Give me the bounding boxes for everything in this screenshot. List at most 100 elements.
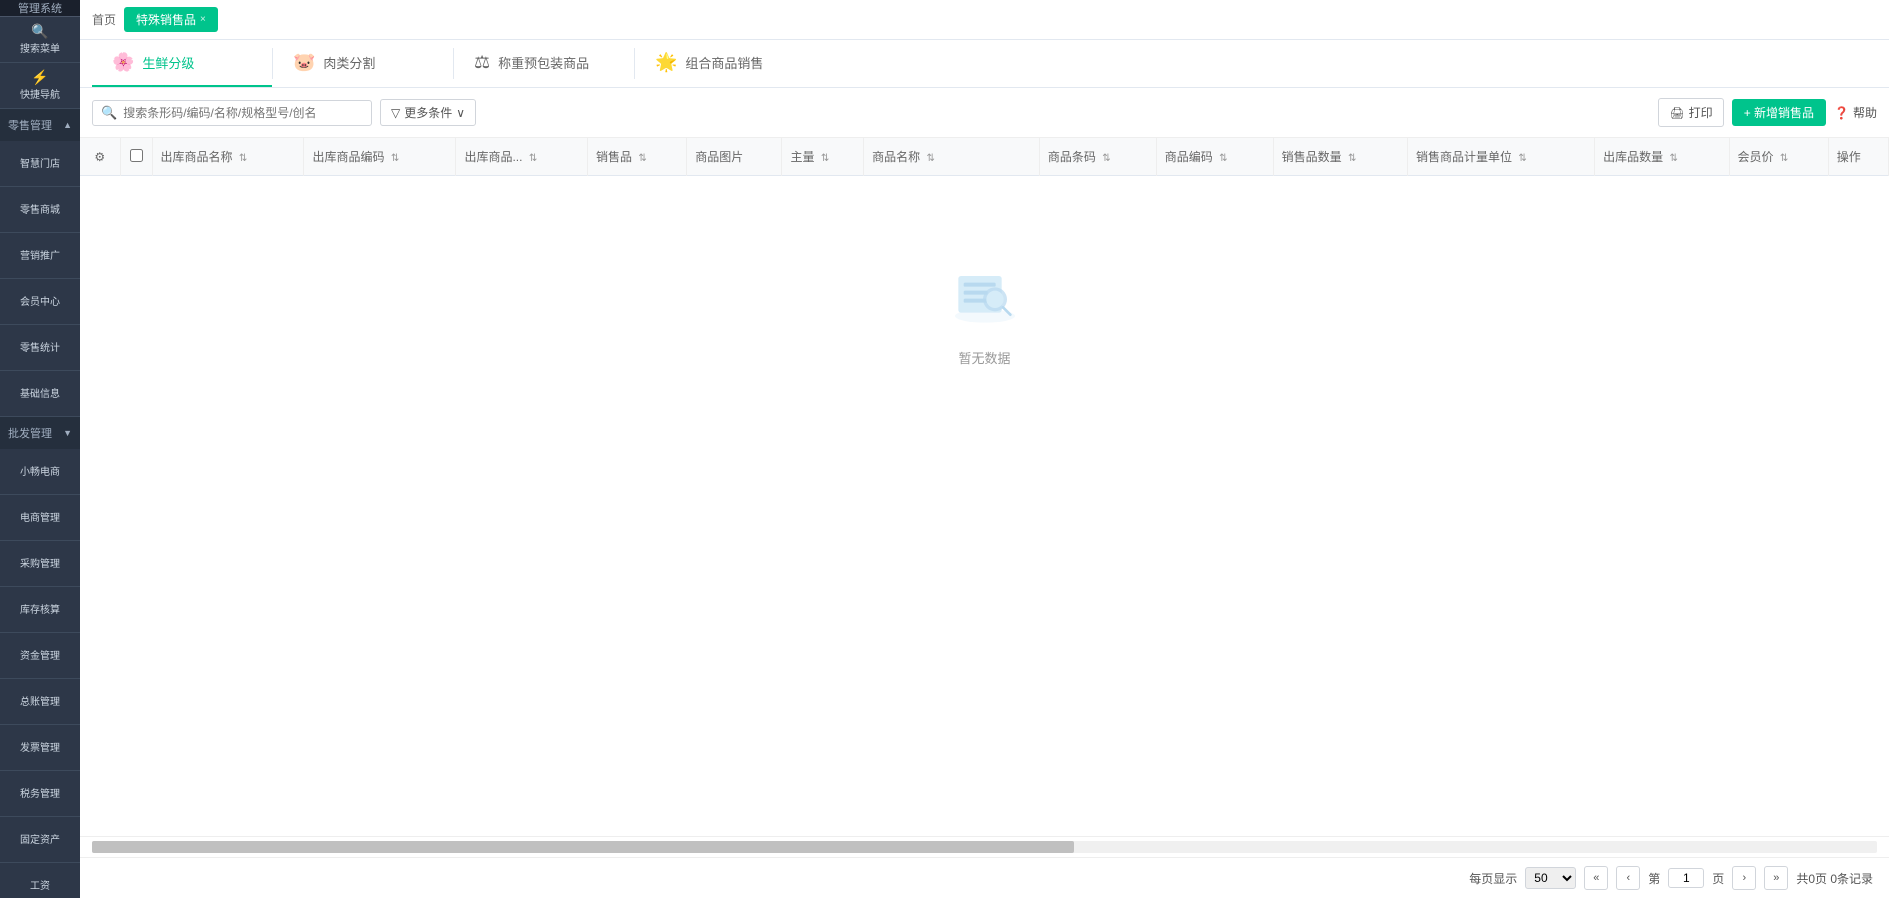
active-tab[interactable]: 特殊销售品 × [124, 7, 218, 32]
content-wrapper: 🌸 生鲜分级 🐷 肉类分割 ⚖ 称重预包装商品 🌟 组合商品销售 [80, 40, 1889, 898]
search-input[interactable] [123, 106, 363, 120]
meat-division-icon: 🐷 [293, 52, 315, 73]
sidebar-item-member-center[interactable]: 会员中心 [0, 279, 80, 325]
scrollbar-thumb [92, 841, 1074, 853]
sidebar-item-sales-promo[interactable]: 营销推广 [0, 233, 80, 279]
home-breadcrumb[interactable]: 首页 [92, 11, 116, 28]
last-page-button[interactable]: » [1764, 866, 1788, 890]
sidebar-item-mini-ecommerce[interactable]: 小畅电商 [0, 449, 80, 495]
add-product-button[interactable]: + 新增销售品 [1732, 99, 1826, 126]
page-unit-label: 页 [1712, 870, 1724, 887]
sidebar-item-salary[interactable]: 工资 [0, 863, 80, 898]
col-member-price[interactable]: 会员价 ⇅ [1729, 138, 1828, 176]
col-main-weight[interactable]: 主量 ⇅ [782, 138, 864, 176]
toolbar: 🔍 ▽ 更多条件 ∨ 🖨 打印 + 新增销售品 ❓ [80, 88, 1889, 138]
tab-close-icon[interactable]: × [200, 14, 206, 25]
sidebar-item-sales-promo-label: 营销推广 [20, 250, 60, 264]
weighed-prepack-icon: ⚖ [474, 52, 490, 73]
sidebar-item-fixed-assets-label: 固定资产 [20, 834, 60, 848]
filter-button[interactable]: ▽ 更多条件 ∨ [380, 99, 476, 126]
wholesale-mgmt-arrow: ▼ [63, 428, 72, 438]
col-sales-unit[interactable]: 销售商品计量单位 ⇅ [1407, 138, 1594, 176]
sidebar-item-retail-stats-label: 零售统计 [20, 342, 60, 356]
help-button[interactable]: ❓ 帮助 [1834, 104, 1877, 121]
empty-text: 暂无数据 [958, 348, 1010, 367]
sidebar-item-quick-nav[interactable]: ⚡ 快捷导航 [0, 63, 80, 109]
tab-fresh-grade[interactable]: 🌸 生鲜分级 [92, 40, 272, 87]
prev-page-button[interactable]: ‹ [1616, 866, 1640, 890]
sidebar-item-retail-stats[interactable]: 零售统计 [0, 325, 80, 371]
product-table: ⚙ 出库商品名称 ⇅ 出库商品编码 ⇅ 出库商品 [80, 138, 1889, 176]
horizontal-scrollbar[interactable] [92, 841, 1877, 853]
sidebar-item-basic-info-label: 基础信息 [20, 388, 60, 402]
col-checkbox[interactable] [120, 138, 152, 176]
sort-icon-member-price: ⇅ [1780, 153, 1788, 164]
sort-icon-product-name: ⇅ [926, 153, 934, 164]
sidebar-item-ledger-mgmt[interactable]: 总账管理 [0, 679, 80, 725]
tab-weighed-prepack[interactable]: ⚖ 称重预包装商品 [454, 40, 634, 87]
sidebar-item-search[interactable]: 🔍 搜索菜单 [0, 17, 80, 63]
sidebar-item-invoice-mgmt[interactable]: 发票管理 [0, 725, 80, 771]
sidebar-item-ecommerce-mgmt[interactable]: 电商管理 [0, 495, 80, 541]
search-icon: 🔍 [101, 105, 117, 121]
tab-combo-sales[interactable]: 🌟 组合商品销售 [635, 40, 815, 87]
add-button-label: + 新增销售品 [1744, 104, 1814, 121]
col-sales-qty[interactable]: 销售品数量 ⇅ [1273, 138, 1407, 176]
col-out-product-code[interactable]: 出库商品编码 ⇅ [304, 138, 456, 176]
col-product-image: 商品图片 [687, 138, 782, 176]
next-page-button[interactable]: › [1732, 866, 1756, 890]
sidebar-item-wholesale-mgmt[interactable]: 批发管理 ▼ [0, 417, 80, 449]
sidebar: 管理系统 🔍 搜索菜单 ⚡ 快捷导航 零售管理 ▲ 智慧门店 零售商城 营销推广… [0, 0, 80, 898]
search-box[interactable]: 🔍 [92, 100, 372, 126]
sort-icon-sales-unit: ⇅ [1518, 153, 1526, 164]
help-label: 帮助 [1853, 104, 1877, 121]
sidebar-item-invoice-mgmt-label: 发票管理 [20, 742, 60, 756]
col-product-code[interactable]: 商品编码 ⇅ [1156, 138, 1273, 176]
sidebar-item-smart-store[interactable]: 智慧门店 [0, 141, 80, 187]
page-size-label: 每页显示 [1469, 870, 1517, 887]
sort-icon-sales-product: ⇅ [638, 153, 646, 164]
tab-meat-division[interactable]: 🐷 肉类分割 [273, 40, 453, 87]
active-tab-label: 特殊销售品 [136, 11, 196, 28]
sidebar-item-retail-mall-label: 零售商城 [20, 204, 60, 218]
col-settings[interactable]: ⚙ [80, 138, 120, 176]
col-product-name[interactable]: 商品名称 ⇅ [864, 138, 1040, 176]
col-out-product-x[interactable]: 出库商品... ⇅ [456, 138, 587, 176]
print-button[interactable]: 🖨 打印 [1658, 98, 1723, 127]
sidebar-item-ecommerce-mgmt-label: 电商管理 [20, 512, 60, 526]
col-out-product-name[interactable]: 出库商品名称 ⇅ [152, 138, 304, 176]
col-product-barcode[interactable]: 商品条码 ⇅ [1039, 138, 1156, 176]
sidebar-item-fixed-assets[interactable]: 固定资产 [0, 817, 80, 863]
col-out-qty[interactable]: 出库品数量 ⇅ [1595, 138, 1729, 176]
sidebar-item-basic-info[interactable]: 基础信息 [0, 371, 80, 417]
tab-meat-division-label: 肉类分割 [323, 53, 375, 72]
sidebar-item-finance-mgmt-label: 资金管理 [20, 650, 60, 664]
sidebar-item-retail-mall[interactable]: 零售商城 [0, 187, 80, 233]
sort-icon-product-code: ⇅ [1219, 153, 1227, 164]
toolbar-right: 🖨 打印 + 新增销售品 ❓ 帮助 [1658, 98, 1877, 127]
col-sales-product[interactable]: 销售品 ⇅ [587, 138, 686, 176]
sidebar-item-tax-mgmt[interactable]: 税务管理 [0, 771, 80, 817]
select-all-checkbox[interactable] [130, 149, 143, 162]
page-number-input[interactable] [1668, 868, 1704, 888]
sort-icon-out-product-name: ⇅ [239, 153, 247, 164]
first-page-button[interactable]: « [1584, 866, 1608, 890]
filter-label: 更多条件 [404, 104, 452, 121]
sort-icon-main-weight: ⇅ [821, 153, 829, 164]
help-icon: ❓ [1834, 106, 1849, 120]
print-icon: 🖨 [1669, 106, 1684, 120]
col-operation: 操作 [1828, 138, 1888, 176]
sidebar-item-purchase-mgmt[interactable]: 采购管理 [0, 541, 80, 587]
page-size-select[interactable]: 50 10 20 100 [1525, 867, 1576, 889]
empty-icon [945, 256, 1025, 336]
print-label: 打印 [1689, 104, 1713, 121]
sidebar-item-inventory-check[interactable]: 库存核算 [0, 587, 80, 633]
sort-icon-out-product-x: ⇅ [529, 153, 537, 164]
sidebar-item-finance-mgmt[interactable]: 资金管理 [0, 633, 80, 679]
jump-to-label: 第 [1648, 870, 1660, 887]
sort-icon-out-qty: ⇅ [1670, 153, 1678, 164]
sidebar-item-mini-ecommerce-label: 小畅电商 [20, 466, 60, 480]
table-header-row: ⚙ 出库商品名称 ⇅ 出库商品编码 ⇅ 出库商品 [80, 138, 1889, 176]
topbar: 首页 特殊销售品 × [80, 0, 1889, 40]
sidebar-item-retail-mgmt[interactable]: 零售管理 ▲ [0, 109, 80, 141]
